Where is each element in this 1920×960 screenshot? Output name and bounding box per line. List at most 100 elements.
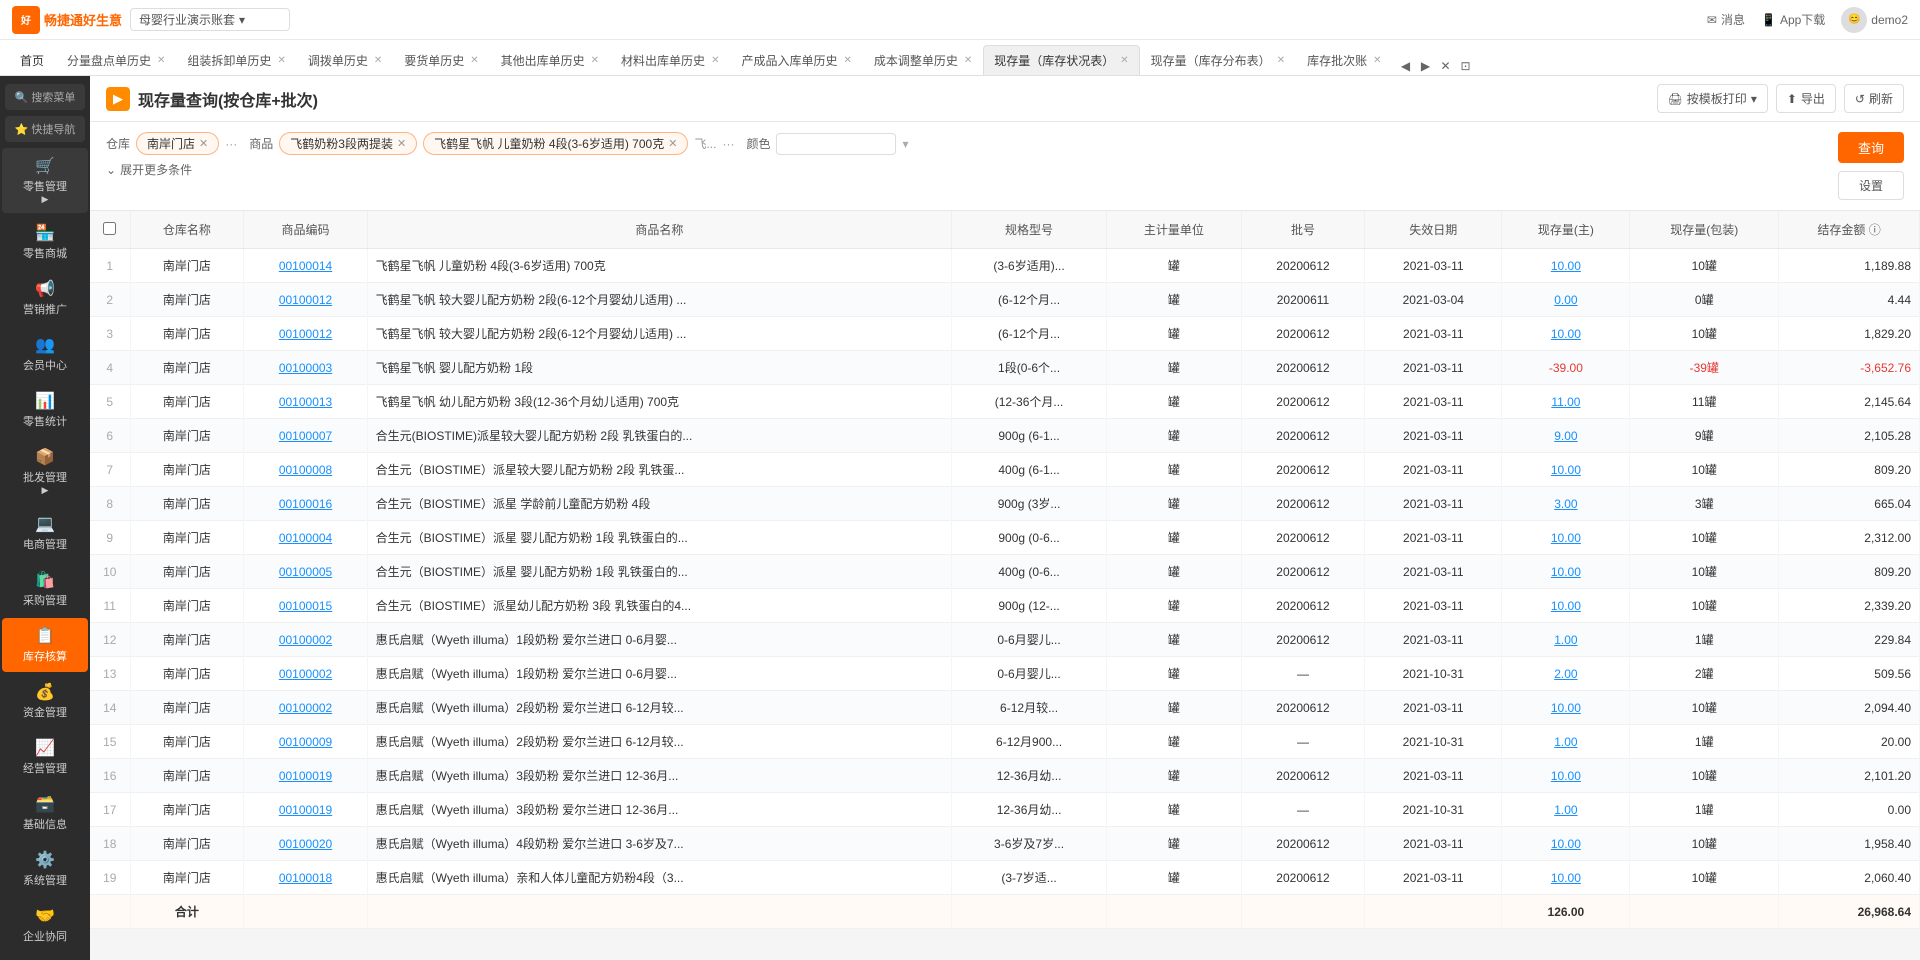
tab-close-chengben[interactable]: ✕ xyxy=(964,55,972,66)
product-code-link[interactable]: 00100018 xyxy=(279,871,332,885)
query-btn[interactable]: 查询 xyxy=(1838,132,1904,163)
refresh-btn[interactable]: ↺ 刷新 xyxy=(1844,84,1904,113)
tab-fen-cang[interactable]: 分量盘点单历史 ✕ xyxy=(56,45,176,75)
product-code-link[interactable]: 00100002 xyxy=(279,633,332,647)
product-code-link[interactable]: 00100009 xyxy=(279,735,332,749)
sidebar-item-purchase[interactable]: 🛍️ 采购管理 xyxy=(2,562,88,616)
stock-main-link[interactable]: 11.00 xyxy=(1551,395,1580,409)
product-code-link[interactable]: 00100019 xyxy=(279,769,332,783)
product-code-link[interactable]: 00100005 xyxy=(279,565,332,579)
product-tag-2-close[interactable]: ✕ xyxy=(668,137,677,150)
product-code-link[interactable]: 00100002 xyxy=(279,667,332,681)
product-code-link[interactable]: 00100015 xyxy=(279,599,332,613)
sidebar-item-retail-stat[interactable]: 📊 零售统计 xyxy=(2,383,88,437)
sidebar-item-system[interactable]: ⚙️ 系统管理 xyxy=(2,842,88,896)
sidebar-item-basic[interactable]: 🗃️ 基础信息 xyxy=(2,786,88,840)
product-code-link[interactable]: 00100013 xyxy=(279,395,332,409)
product-tag-1[interactable]: 飞鹤奶粉3段两提装 ✕ xyxy=(279,132,417,155)
warehouse-tag-close[interactable]: ✕ xyxy=(199,137,208,150)
product-code-link[interactable]: 00100020 xyxy=(279,837,332,851)
tab-close-diao-bo[interactable]: ✕ xyxy=(374,55,382,66)
product-tag-2[interactable]: 飞鹤星飞帆 儿童奶粉 4段(3-6岁适用) 700克 ✕ xyxy=(423,132,688,155)
stock-main-link[interactable]: 10.00 xyxy=(1551,871,1581,885)
tab-chengben[interactable]: 成本调整单历史 ✕ xyxy=(863,45,983,75)
stock-main-link[interactable]: 0.00 xyxy=(1554,293,1577,307)
sidebar-item-wholesale[interactable]: 📦 批发管理 ▶ xyxy=(2,439,88,504)
stock-main-link[interactable]: 1.00 xyxy=(1554,735,1577,749)
stock-main-link[interactable]: 10.00 xyxy=(1551,701,1581,715)
stock-main-link[interactable]: 10.00 xyxy=(1551,531,1581,545)
tab-home[interactable]: 首页 xyxy=(8,46,56,75)
product-code-link[interactable]: 00100019 xyxy=(279,803,332,817)
tab-close-yao-huo[interactable]: ✕ xyxy=(470,55,478,66)
tab-qita-chu[interactable]: 其他出库单历史 ✕ xyxy=(490,45,610,75)
stock-main-link[interactable]: 3.00 xyxy=(1554,497,1577,511)
user-menu[interactable]: 😊 demo2 xyxy=(1841,7,1908,33)
sidebar-search[interactable]: 🔍 搜索菜单 xyxy=(5,84,85,110)
stock-main-link[interactable]: 9.00 xyxy=(1554,429,1577,443)
sidebar-item-retail-mgmt[interactable]: 🛒 零售管理 ▶ xyxy=(2,148,88,213)
product-code-link[interactable]: 00100012 xyxy=(279,327,332,341)
print-btn[interactable]: 🖨 按模板打印 ▾ xyxy=(1657,84,1768,113)
store-selector[interactable]: 母婴行业演示账套 ▾ xyxy=(130,8,290,31)
tab-next-btn[interactable]: ▶ xyxy=(1416,57,1434,75)
expand-more-btn[interactable]: ⌄ 展开更多条件 xyxy=(106,161,1830,178)
product-code-link[interactable]: 00100003 xyxy=(279,361,332,375)
tab-cailiao-chu[interactable]: 材料出库单历史 ✕ xyxy=(610,45,730,75)
stock-main-link[interactable]: 1.00 xyxy=(1554,633,1577,647)
select-all-checkbox[interactable] xyxy=(103,222,116,235)
stock-main-link[interactable]: 10.00 xyxy=(1551,259,1581,273)
stock-main-link[interactable]: 2.00 xyxy=(1554,667,1577,681)
tab-more-btn[interactable]: ✕ xyxy=(1436,57,1454,75)
setting-btn[interactable]: 设置 xyxy=(1838,171,1904,200)
expand-filter-btn[interactable]: ▶ xyxy=(106,87,130,111)
sidebar-item-newguide[interactable]: 📌 新手引导 xyxy=(2,954,88,960)
tab-close-xianzai-ku[interactable]: ✕ xyxy=(1120,55,1128,66)
stock-main-link[interactable]: 10.00 xyxy=(1551,599,1581,613)
product-code-link[interactable]: 00100002 xyxy=(279,701,332,715)
tab-zu-chai[interactable]: 组装拆卸单历史 ✕ xyxy=(176,45,296,75)
tab-close-cailiao-chu[interactable]: ✕ xyxy=(711,55,719,66)
sidebar-quick-nav[interactable]: ⭐ 快捷导航 xyxy=(5,116,85,142)
app-download-btn[interactable]: 📱 App下载 xyxy=(1761,11,1825,28)
stock-main-link[interactable]: 10.00 xyxy=(1551,565,1581,579)
color-filter-input[interactable] xyxy=(776,133,896,155)
sidebar-item-enterprise[interactable]: 🤝 企业协同 xyxy=(2,898,88,952)
product-more-btn[interactable]: ··· xyxy=(722,137,734,151)
tab-close-qita-chu[interactable]: ✕ xyxy=(591,55,599,66)
tab-close-xianzai-fen[interactable]: ✕ xyxy=(1277,55,1285,66)
product-code-link[interactable]: 00100014 xyxy=(279,259,332,273)
warehouse-tag[interactable]: 南岸门店 ✕ xyxy=(136,132,219,155)
product-code-link[interactable]: 00100004 xyxy=(279,531,332,545)
product-code-link[interactable]: 00100012 xyxy=(279,293,332,307)
tab-expand-btn[interactable]: ⊡ xyxy=(1456,57,1474,75)
warehouse-more-btn[interactable]: ··· xyxy=(225,137,237,151)
tab-yao-huo[interactable]: 要货单历史 ✕ xyxy=(393,45,489,75)
tab-xianzai-fen[interactable]: 现存量（库存分布表） ✕ xyxy=(1140,45,1296,75)
tab-xianzai-ku[interactable]: 现存量（库存状况表） ✕ xyxy=(983,45,1139,75)
sidebar-item-ecommerce[interactable]: 💻 电商管理 xyxy=(2,506,88,560)
stock-main-link[interactable]: 10.00 xyxy=(1551,463,1581,477)
stock-main-link[interactable]: 10.00 xyxy=(1551,327,1581,341)
export-btn[interactable]: ⬆ 导出 xyxy=(1776,84,1836,113)
tab-close-chan-cheng[interactable]: ✕ xyxy=(843,55,851,66)
tab-ku-pi[interactable]: 库存批次账 ✕ xyxy=(1296,45,1392,75)
sidebar-item-operations[interactable]: 📈 经营管理 xyxy=(2,730,88,784)
tab-close-ku-pi[interactable]: ✕ xyxy=(1373,55,1381,66)
product-code-link[interactable]: 00100016 xyxy=(279,497,332,511)
sidebar-item-finance[interactable]: 💰 资金管理 xyxy=(2,674,88,728)
sidebar-item-member[interactable]: 👥 会员中心 xyxy=(2,327,88,381)
tab-diao-bo[interactable]: 调拨单历史 ✕ xyxy=(297,45,393,75)
tab-prev-btn[interactable]: ◀ xyxy=(1396,57,1414,75)
tab-close-zu-chai[interactable]: ✕ xyxy=(277,55,285,66)
sidebar-item-inventory[interactable]: 📋 库存核算 xyxy=(2,618,88,672)
sidebar-item-marketing[interactable]: 📢 营销推广 xyxy=(2,271,88,325)
tab-chan-cheng[interactable]: 产成品入库单历史 ✕ xyxy=(730,45,862,75)
product-code-link[interactable]: 00100007 xyxy=(279,429,332,443)
tab-close-fen-cang[interactable]: ✕ xyxy=(157,55,165,66)
product-tag-1-close[interactable]: ✕ xyxy=(397,137,406,150)
stock-main-link[interactable]: 10.00 xyxy=(1551,769,1581,783)
stock-main-link[interactable]: 10.00 xyxy=(1551,837,1581,851)
message-btn[interactable]: ✉ 消息 xyxy=(1707,11,1745,28)
product-code-link[interactable]: 00100008 xyxy=(279,463,332,477)
